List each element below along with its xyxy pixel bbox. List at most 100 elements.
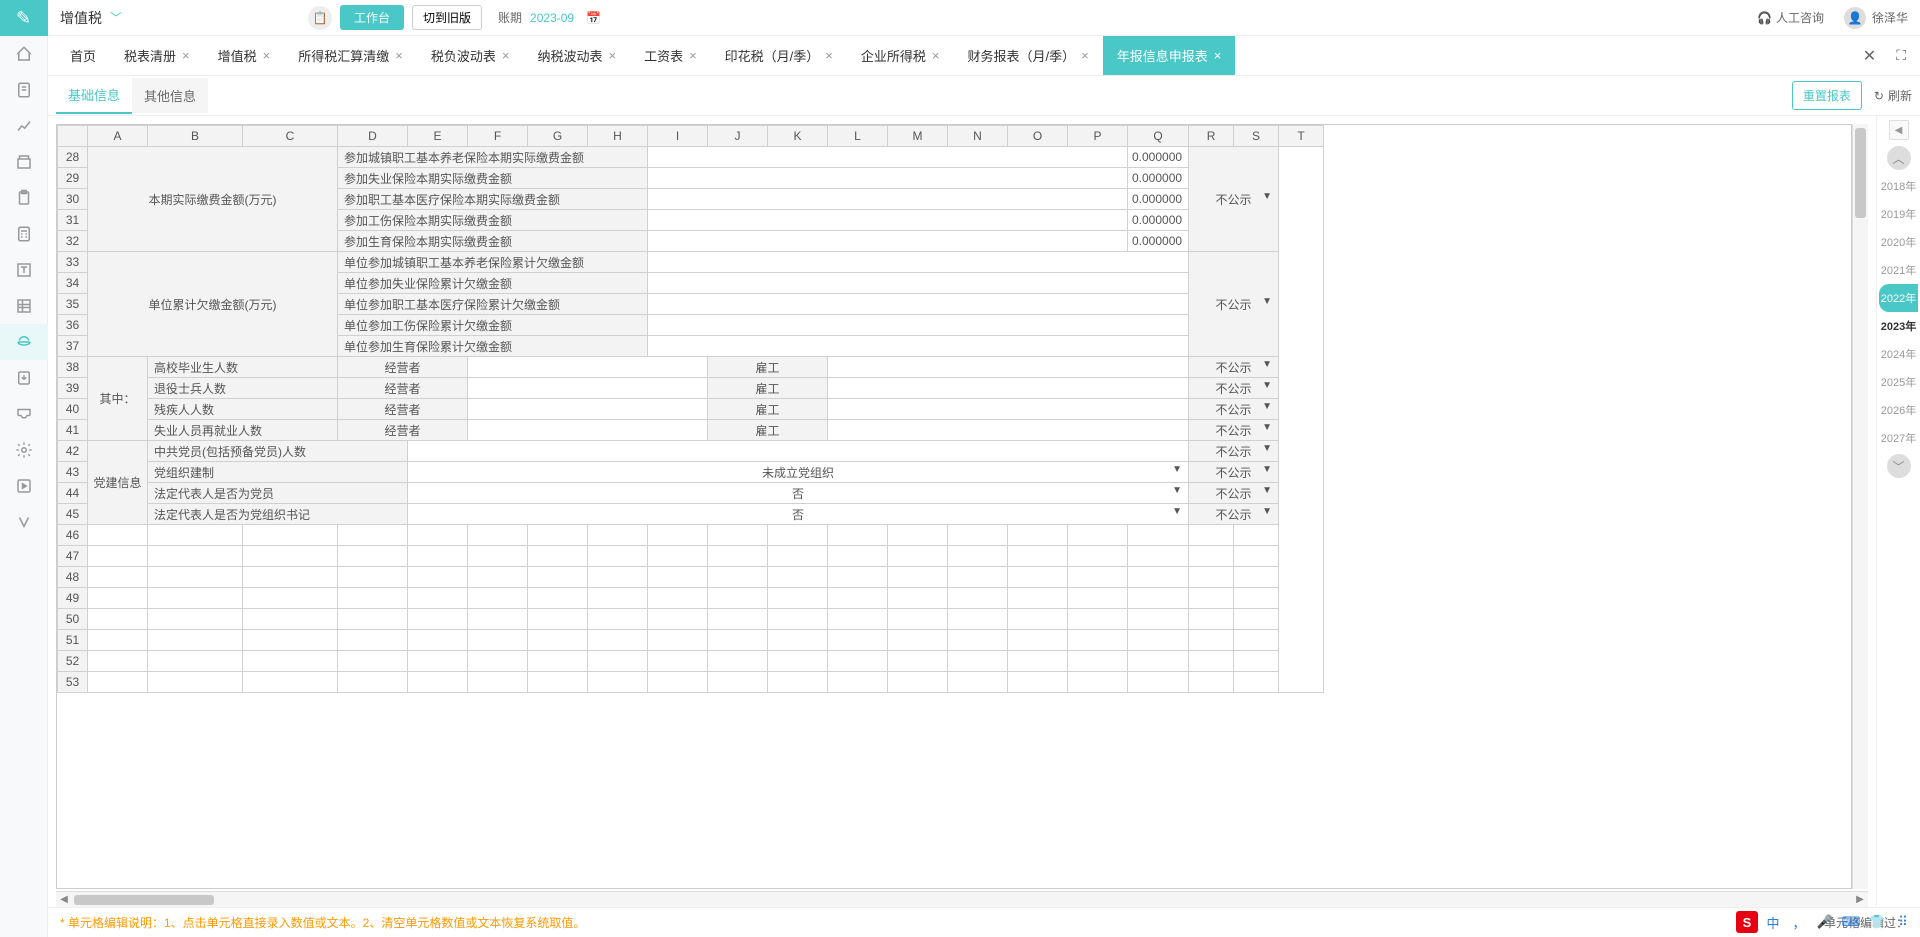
cell[interactable] <box>588 651 648 672</box>
nav-calc-icon[interactable] <box>0 216 48 252</box>
year-item[interactable]: 2021年 <box>1879 256 1918 284</box>
row-header[interactable]: 37 <box>58 336 88 357</box>
cell[interactable] <box>588 546 648 567</box>
col-header[interactable]: P <box>1068 126 1128 147</box>
cell[interactable] <box>408 651 468 672</box>
tab-1[interactable]: 税表清册× <box>110 36 204 75</box>
cell[interactable] <box>243 672 338 693</box>
cell[interactable] <box>468 609 528 630</box>
cell[interactable] <box>1234 651 1279 672</box>
cell[interactable] <box>338 630 408 651</box>
cell[interactable] <box>1279 147 1324 693</box>
year-up-icon[interactable]: ︿ <box>1887 146 1911 170</box>
col-header[interactable]: J <box>708 126 768 147</box>
cell[interactable]: 不公示▼ <box>1189 441 1279 462</box>
cell[interactable] <box>588 672 648 693</box>
cell[interactable] <box>828 357 1189 378</box>
cell[interactable]: 参加城镇职工基本养老保险本期实际缴费金额 <box>338 147 648 168</box>
cell[interactable]: 不公示▼ <box>1189 147 1279 252</box>
cell[interactable] <box>948 567 1008 588</box>
cell[interactable] <box>88 546 148 567</box>
cell[interactable] <box>338 651 408 672</box>
cell[interactable] <box>768 651 828 672</box>
cell[interactable] <box>1008 567 1068 588</box>
cell[interactable] <box>648 168 1128 189</box>
cell[interactable] <box>588 609 648 630</box>
tab-close-icon[interactable]: × <box>263 48 271 63</box>
cell[interactable] <box>88 525 148 546</box>
cell[interactable] <box>1068 672 1128 693</box>
nav-play-icon[interactable] <box>0 468 48 504</box>
cell[interactable]: 其中： <box>88 357 148 441</box>
cell[interactable] <box>648 231 1128 252</box>
cell[interactable] <box>528 525 588 546</box>
row-header[interactable]: 49 <box>58 588 88 609</box>
cell[interactable] <box>1189 546 1234 567</box>
cell[interactable] <box>1189 588 1234 609</box>
year-item[interactable]: 2019年 <box>1879 200 1918 228</box>
nav-gear-icon[interactable] <box>0 432 48 468</box>
cell[interactable] <box>1128 567 1189 588</box>
row-header[interactable]: 40 <box>58 399 88 420</box>
cell[interactable] <box>648 630 708 651</box>
tab-5[interactable]: 纳税波动表× <box>523 36 630 75</box>
row-header[interactable]: 29 <box>58 168 88 189</box>
cell[interactable] <box>408 609 468 630</box>
cell[interactable] <box>708 651 768 672</box>
row-header[interactable]: 50 <box>58 609 88 630</box>
cell[interactable] <box>1008 546 1068 567</box>
cell[interactable] <box>888 588 948 609</box>
cell[interactable]: 单位累计欠缴金额(万元) <box>88 252 338 357</box>
year-item[interactable]: 2020年 <box>1879 228 1918 256</box>
cell[interactable]: 不公示▼ <box>1189 483 1279 504</box>
cell[interactable] <box>148 672 243 693</box>
cell[interactable]: 不公示▼ <box>1189 504 1279 525</box>
cell[interactable] <box>528 546 588 567</box>
cell[interactable] <box>1008 609 1068 630</box>
scroll-thumb-v[interactable] <box>1855 128 1866 218</box>
cell[interactable] <box>1068 588 1128 609</box>
cell[interactable] <box>1068 630 1128 651</box>
cell[interactable] <box>148 651 243 672</box>
cell[interactable] <box>888 567 948 588</box>
cell[interactable]: 本期实际缴费金额(万元) <box>88 147 338 252</box>
reset-button[interactable]: 重置报表 <box>1792 81 1862 110</box>
cell[interactable] <box>588 525 648 546</box>
ime-punct-icon[interactable]: ， <box>1788 911 1810 933</box>
horizontal-scrollbar[interactable]: ◀ ▶ <box>56 891 1868 907</box>
close-all-tabs-icon[interactable]: ✕ <box>1857 46 1882 66</box>
year-item[interactable]: 2022年 <box>1879 284 1918 312</box>
cell[interactable]: 不公示▼ <box>1189 357 1279 378</box>
cell[interactable] <box>528 651 588 672</box>
cell[interactable]: 不公示▼ <box>1189 462 1279 483</box>
cell[interactable] <box>148 609 243 630</box>
fullscreen-icon[interactable]: ⛶ <box>1890 47 1912 64</box>
nav-export-icon[interactable] <box>0 360 48 396</box>
cell[interactable]: 中共党员(包括预备党员)人数 <box>148 441 408 462</box>
cell[interactable] <box>708 630 768 651</box>
year-item[interactable]: 2027年 <box>1879 424 1918 452</box>
row-header[interactable]: 47 <box>58 546 88 567</box>
cell[interactable] <box>408 630 468 651</box>
spreadsheet[interactable]: ABCDEFGHIJKLMNOPQRST28本期实际缴费金额(万元)参加城镇职工… <box>56 124 1852 889</box>
cell[interactable] <box>888 672 948 693</box>
cell[interactable]: 不公示▼ <box>1189 378 1279 399</box>
cell[interactable] <box>648 609 708 630</box>
consult-link[interactable]: 🎧 人工咨询 <box>1757 9 1824 26</box>
cell[interactable] <box>1189 567 1234 588</box>
cell[interactable]: 退役士兵人数 <box>148 378 338 399</box>
tab-3[interactable]: 所得税汇算清缴× <box>284 36 417 75</box>
row-header[interactable]: 53 <box>58 672 88 693</box>
switch-old-button[interactable]: 切到旧版 <box>412 5 482 30</box>
col-header[interactable]: G <box>528 126 588 147</box>
row-header[interactable]: 48 <box>58 567 88 588</box>
cell[interactable] <box>768 630 828 651</box>
subtab-basic[interactable]: 基础信息 <box>56 77 132 114</box>
cell[interactable] <box>468 378 708 399</box>
cell[interactable] <box>148 588 243 609</box>
cell[interactable] <box>468 399 708 420</box>
tab-2[interactable]: 增值税× <box>204 36 285 75</box>
col-header[interactable]: N <box>948 126 1008 147</box>
cell[interactable] <box>243 588 338 609</box>
cell[interactable] <box>408 672 468 693</box>
